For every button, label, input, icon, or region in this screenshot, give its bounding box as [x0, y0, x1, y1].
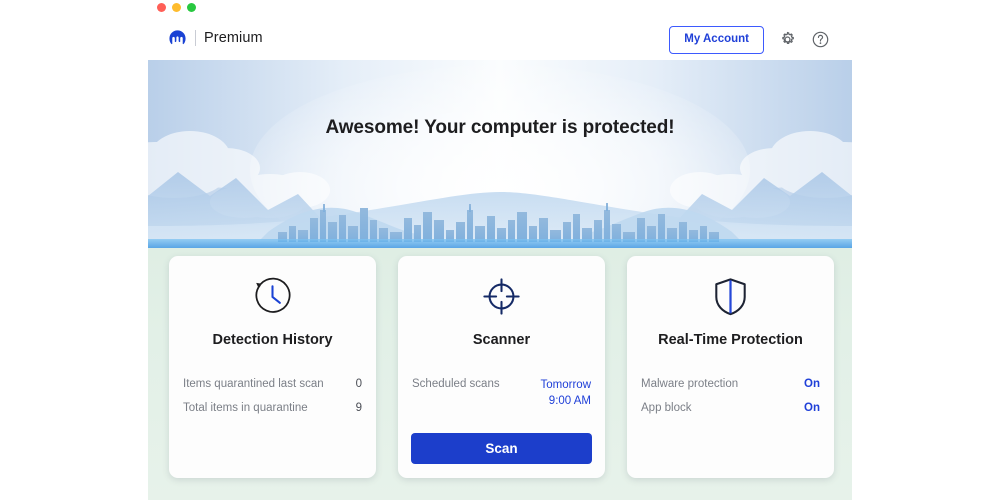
row-value: 9: [355, 402, 362, 414]
row-value-status: On: [804, 378, 820, 390]
row-value-status: On: [804, 402, 820, 414]
card-rows: Items quarantined last scan 0 Total item…: [183, 378, 362, 426]
scan-button[interactable]: Scan: [411, 433, 592, 464]
row-label: Scheduled scans: [412, 378, 500, 390]
card-title: Real-Time Protection: [658, 332, 803, 348]
cards-container: Detection History Items quarantined last…: [169, 256, 834, 478]
question-circle-icon[interactable]: [811, 30, 830, 49]
row-value-schedule: Tomorrow 9:00 AM: [540, 379, 591, 407]
card-rows: Scheduled scans Tomorrow 9:00 AM: [412, 378, 591, 421]
card-title: Detection History: [212, 332, 333, 348]
clock-history-icon: [255, 277, 291, 313]
maximize-window-button[interactable]: [187, 3, 196, 12]
card-row: Items quarantined last scan 0: [183, 378, 362, 390]
card-icon-wrap: [398, 273, 605, 320]
crosshair-target-icon: [483, 278, 520, 315]
card-row: App block On: [641, 402, 820, 414]
hero-illustration: [148, 60, 852, 248]
card-real-time-protection[interactable]: Real-Time Protection Malware protection …: [627, 256, 834, 478]
row-value: 0: [355, 378, 362, 390]
title-bar: Premium My Account: [148, 0, 852, 60]
card-row: Total items in quarantine 9: [183, 402, 362, 414]
brand: Premium: [168, 28, 263, 47]
row-label: Items quarantined last scan: [183, 378, 324, 390]
card-row: Malware protection On: [641, 378, 820, 390]
shield-icon: [715, 278, 746, 316]
product-name: Premium: [204, 29, 263, 46]
window-controls: [157, 3, 196, 12]
malwarebytes-logo-icon: [169, 30, 186, 45]
card-icon-wrap: [627, 273, 834, 320]
card-icon-wrap: [169, 273, 376, 320]
card-rows: Malware protection On App block On: [641, 378, 820, 426]
hero-banner: Awesome! Your computer is protected!: [148, 60, 852, 248]
card-detection-history[interactable]: Detection History Items quarantined last…: [169, 256, 376, 478]
row-label: Malware protection: [641, 378, 739, 390]
card-scanner[interactable]: Scanner Scheduled scans Tomorrow 9:00 AM…: [398, 256, 605, 478]
row-label: Total items in quarantine: [183, 402, 308, 414]
my-account-button[interactable]: My Account: [669, 26, 764, 54]
card-title: Scanner: [472, 332, 531, 348]
brand-divider: [195, 29, 196, 46]
content-area: Detection History Items quarantined last…: [148, 248, 852, 500]
row-label: App block: [641, 402, 692, 414]
gear-icon[interactable]: [778, 30, 797, 49]
card-row: Scheduled scans Tomorrow 9:00 AM: [412, 378, 591, 409]
close-window-button[interactable]: [157, 3, 166, 12]
minimize-window-button[interactable]: [172, 3, 181, 12]
app-window: Premium My Account Awesome! Your compute…: [148, 0, 852, 500]
header-actions: My Account: [669, 26, 830, 54]
hero-title: Awesome! Your computer is protected!: [325, 117, 675, 138]
